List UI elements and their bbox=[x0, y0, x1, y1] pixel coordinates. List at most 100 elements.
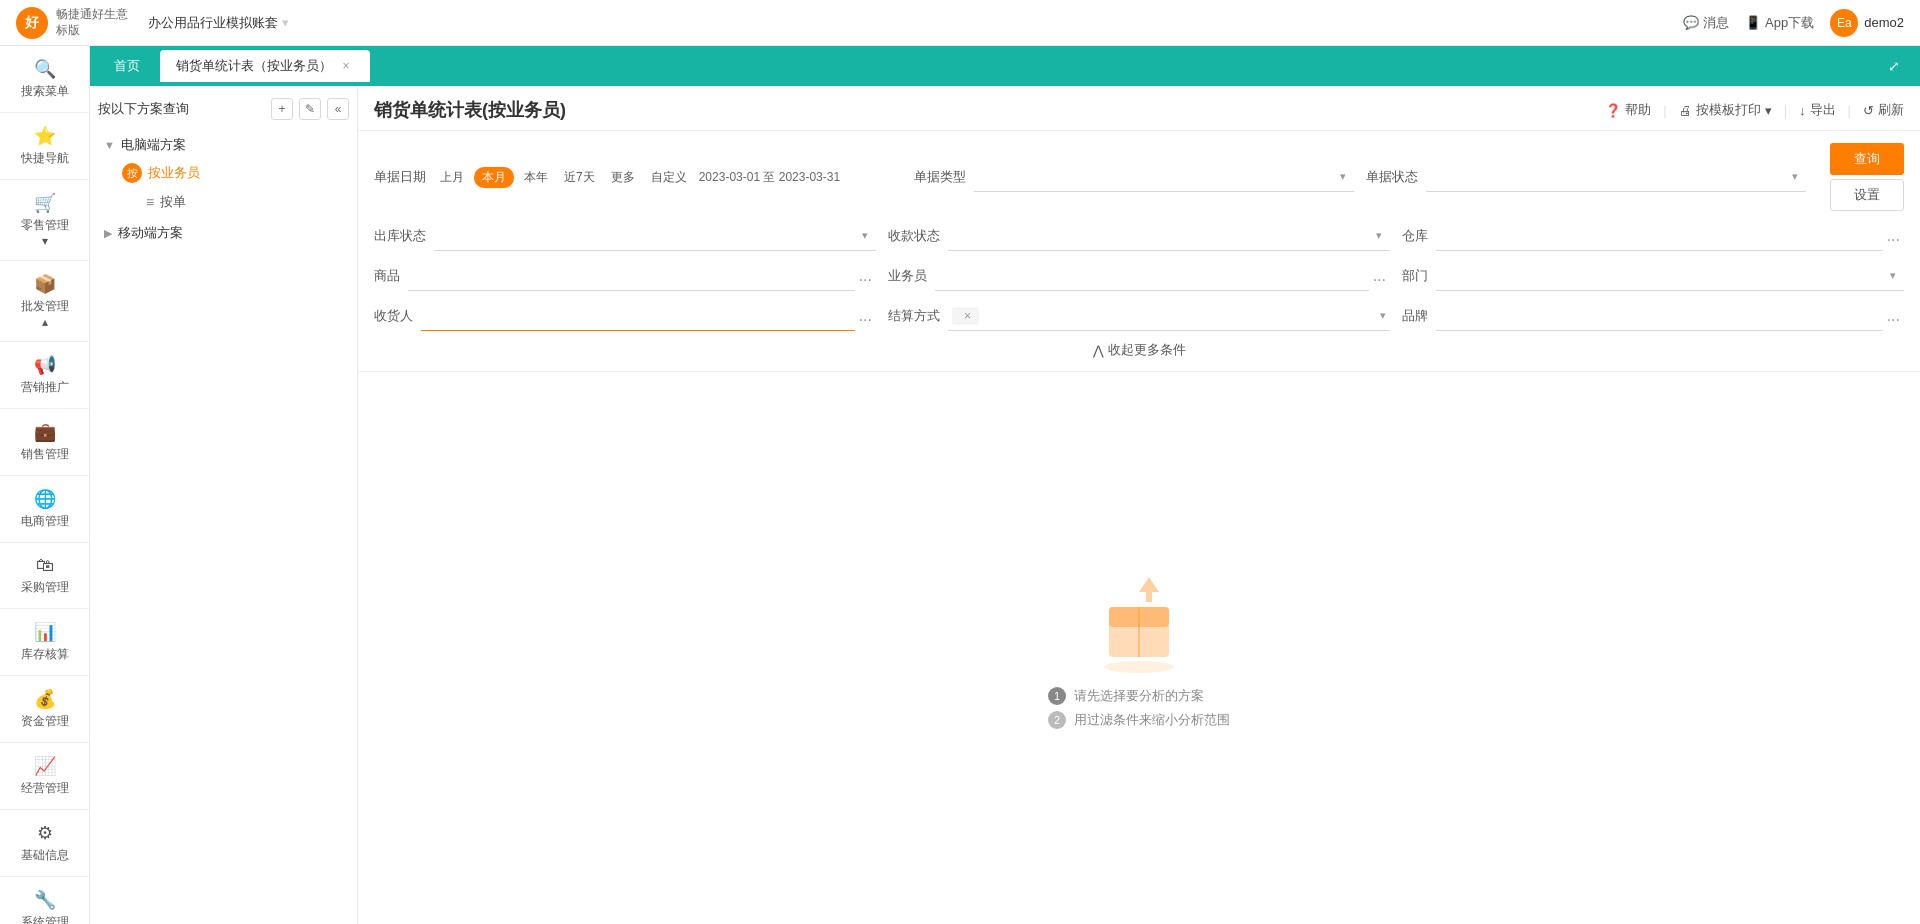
salesperson-scheme-icon: 按 bbox=[122, 163, 142, 183]
sidebar-item-finance[interactable]: 💰 资金管理 bbox=[0, 676, 89, 743]
salesperson-label: 业务员 bbox=[888, 267, 927, 285]
collapse-button[interactable]: ⋀ 收起更多条件 bbox=[374, 341, 1904, 359]
filter-field-receivestatus: 收款状态 ▾ bbox=[888, 221, 1390, 251]
collapse-icon: ⋀ bbox=[1093, 343, 1104, 358]
panel-title: 按以下方案查询 bbox=[98, 100, 189, 118]
sidebar-item-wholesale[interactable]: 📦 批发管理 ▴ bbox=[0, 261, 89, 342]
filter-field-goods: 商品 ... bbox=[374, 261, 876, 291]
sidebar-item-sales-label: 销售管理 bbox=[21, 446, 69, 463]
salesperson-input[interactable] bbox=[935, 261, 1369, 291]
department-select[interactable]: ▾ bbox=[1436, 261, 1904, 291]
docstatus-select[interactable]: ▾ bbox=[1426, 162, 1806, 192]
scheme-collapse-button[interactable]: « bbox=[327, 98, 349, 120]
sidebar-item-retail[interactable]: 🛒 零售管理 ▾ bbox=[0, 180, 89, 261]
sidebar-item-quicknav[interactable]: ⭐ 快捷导航 bbox=[0, 113, 89, 180]
search-icon: 🔍 bbox=[34, 58, 56, 80]
filter-field-date: 单据日期 上月 本月 本年 近7天 更多 自定义 20 bbox=[374, 167, 902, 188]
sidebar-item-sales[interactable]: 💼 销售管理 bbox=[0, 409, 89, 476]
topbar-right: 💬 消息 📱 App下载 Ea demo2 bbox=[1683, 9, 1904, 37]
scheme-group-pc-header[interactable]: ▼ 电脑端方案 bbox=[98, 132, 349, 158]
export-button[interactable]: ↓ 导出 bbox=[1799, 101, 1836, 119]
scheme-edit-button[interactable]: ✎ bbox=[299, 98, 321, 120]
date-area: 上月 本月 本年 近7天 更多 自定义 2023-03-01 至 2023-03… bbox=[434, 167, 902, 188]
scheme-group-mobile-header[interactable]: ▶ 移动端方案 bbox=[98, 220, 349, 246]
brand-dots[interactable]: ... bbox=[1883, 307, 1904, 325]
filter-field-department: 部门 ▾ bbox=[1402, 261, 1904, 291]
filter-row-2: 出库状态 ▾ 收款状态 ▾ bbox=[374, 221, 1904, 251]
scheme-add-button[interactable]: + bbox=[271, 98, 293, 120]
svg-point-3 bbox=[1104, 661, 1174, 673]
pc-group-expand-icon: ▼ bbox=[104, 139, 115, 151]
purchase-icon: 🛍 bbox=[36, 555, 54, 576]
empty-svg bbox=[1079, 567, 1219, 677]
outstatus-label: 出库状态 bbox=[374, 227, 426, 245]
brand-input[interactable] bbox=[1436, 301, 1883, 331]
retail-icon: 🛒 bbox=[34, 192, 56, 214]
outstatus-select[interactable]: ▾ bbox=[434, 221, 876, 251]
doctype-select[interactable]: ▾ bbox=[974, 162, 1354, 192]
consignee-dots[interactable]: ... bbox=[855, 307, 876, 325]
scheme-panel: 按以下方案查询 + ✎ « bbox=[90, 86, 358, 924]
tab-active[interactable]: 销货单统计表（按业务员） × bbox=[160, 50, 370, 82]
salesperson-dots[interactable]: ... bbox=[1369, 267, 1390, 285]
wholesale-expand-icon: ▴ bbox=[42, 315, 48, 329]
download-icon: 📱 bbox=[1745, 15, 1761, 30]
empty-hint-1: 1 请先选择要分析的方案 bbox=[1048, 687, 1230, 705]
consignee-label: 收货人 bbox=[374, 307, 413, 325]
query-button[interactable]: 查询 bbox=[1830, 143, 1904, 175]
help-button[interactable]: ❓ 帮助 bbox=[1605, 101, 1651, 119]
ecommerce-icon: 🌐 bbox=[34, 488, 56, 510]
warehouse-input[interactable] bbox=[1436, 221, 1883, 251]
filter-field-outstatus: 出库状态 ▾ bbox=[374, 221, 876, 251]
page-content: 按以下方案查询 + ✎ « bbox=[90, 86, 1920, 924]
print-icon: 🖨 bbox=[1679, 103, 1692, 118]
goods-dots[interactable]: ... bbox=[855, 267, 876, 285]
payment-tag: × bbox=[952, 307, 979, 325]
date-tab-this-year[interactable]: 本年 bbox=[518, 167, 554, 188]
filter-row-4: 收货人 ... 结算方式 × ▾ bbox=[374, 301, 1904, 331]
active-tab-label: 销货单统计表（按业务员） bbox=[176, 57, 332, 75]
payment-select[interactable]: × ▾ bbox=[948, 301, 1390, 331]
warehouse-dots[interactable]: ... bbox=[1883, 227, 1904, 245]
setting-button[interactable]: 设置 bbox=[1830, 179, 1904, 211]
messages-button[interactable]: 💬 消息 bbox=[1683, 14, 1729, 32]
doctype-label: 单据类型 bbox=[914, 168, 966, 186]
user-menu[interactable]: Ea demo2 bbox=[1830, 9, 1904, 37]
sidebar-item-basic[interactable]: ⚙ 基础信息 bbox=[0, 810, 89, 877]
filter-field-docstatus: 单据状态 ▾ bbox=[1366, 162, 1806, 192]
receivestatus-select[interactable]: ▾ bbox=[948, 221, 1390, 251]
logo-text: 畅捷通好生意 标版 bbox=[56, 7, 128, 38]
tab-close-icon[interactable]: × bbox=[338, 58, 354, 74]
help-icon: ❓ bbox=[1605, 103, 1621, 118]
goods-input[interactable] bbox=[408, 261, 855, 291]
sidebar-item-marketing[interactable]: 📢 营销推广 bbox=[0, 342, 89, 409]
mobile-group-expand-icon: ▶ bbox=[104, 227, 112, 240]
sidebar-item-inventory-label: 库存核算 bbox=[21, 646, 69, 663]
tab-home[interactable]: 首页 bbox=[98, 50, 156, 82]
sidebar-item-system[interactable]: 🔧 系统管理 bbox=[0, 877, 89, 924]
date-tab-more[interactable]: 更多 bbox=[605, 167, 641, 188]
refresh-button[interactable]: ↺ 刷新 bbox=[1863, 101, 1904, 119]
date-tab-custom[interactable]: 自定义 bbox=[645, 167, 693, 188]
date-tab-this-month[interactable]: 本月 bbox=[474, 167, 514, 188]
date-tab-7days[interactable]: 近7天 bbox=[558, 167, 601, 188]
sidebar-item-purchase[interactable]: 🛍 采购管理 bbox=[0, 543, 89, 609]
date-tab-last-month[interactable]: 上月 bbox=[434, 167, 470, 188]
sidebar-item-search[interactable]: 🔍 搜索菜单 bbox=[0, 46, 89, 113]
department-dropdown-icon: ▾ bbox=[1890, 269, 1896, 282]
tab-maximize-icon[interactable]: ⤢ bbox=[1884, 54, 1904, 78]
panel-actions: + ✎ « bbox=[271, 98, 349, 120]
sidebar-item-operation[interactable]: 📈 经营管理 bbox=[0, 743, 89, 810]
sub-scheme-label: 按单 bbox=[160, 193, 186, 211]
refresh-icon: ↺ bbox=[1863, 103, 1874, 118]
scheme-item-salesperson[interactable]: 按 按业务员 bbox=[98, 158, 349, 188]
tab-bar: 首页 销货单统计表（按业务员） × ⤢ bbox=[90, 46, 1920, 86]
payment-tag-close[interactable]: × bbox=[964, 309, 971, 323]
date-label: 单据日期 bbox=[374, 168, 426, 186]
app-download-button[interactable]: 📱 App下载 bbox=[1745, 14, 1814, 32]
sidebar-item-ecommerce[interactable]: 🌐 电商管理 bbox=[0, 476, 89, 543]
scheme-item-order[interactable]: ≡ 按单 bbox=[98, 188, 349, 216]
sidebar-item-inventory[interactable]: 📊 库存核算 bbox=[0, 609, 89, 676]
consignee-input[interactable] bbox=[421, 301, 855, 331]
print-button[interactable]: 🖨 按模板打印 ▾ bbox=[1679, 101, 1772, 119]
